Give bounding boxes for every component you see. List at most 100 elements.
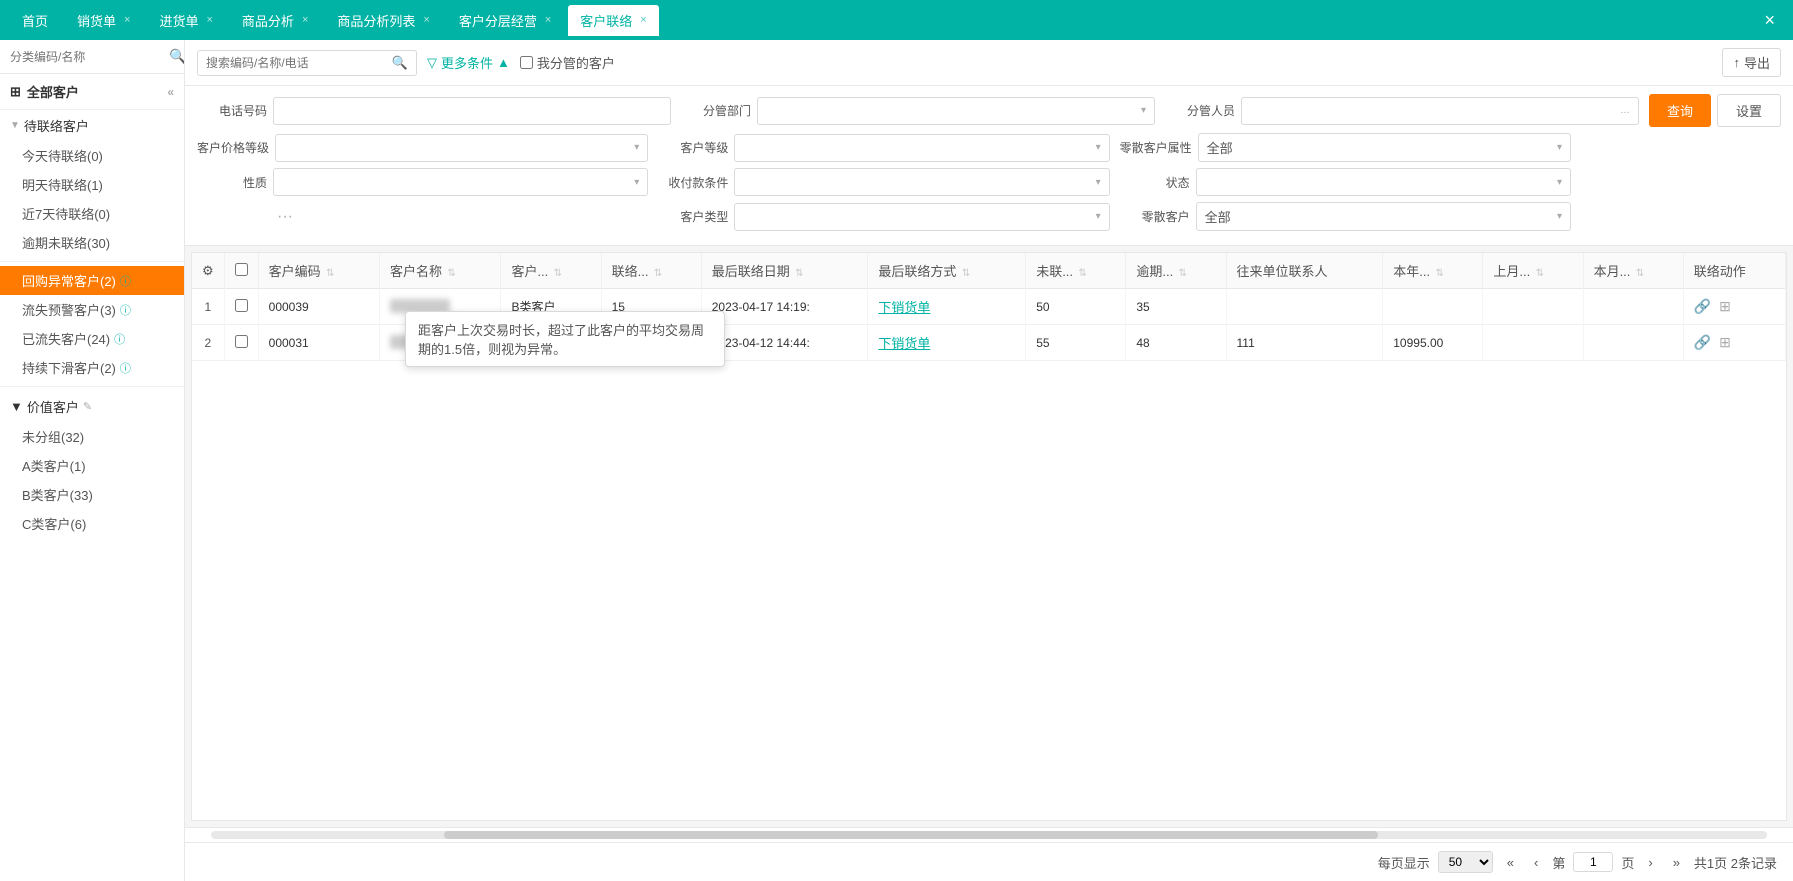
action-grid-icon-1[interactable]: ⊞ [1719,334,1731,351]
nav-purchase-label: 进货单 [159,11,198,30]
my-customers-checkbox[interactable] [520,56,533,69]
next-page-button[interactable]: › [1642,853,1658,872]
nav-home[interactable]: 首页 [10,5,60,36]
ellipsis-button[interactable]: ··· [273,208,297,226]
my-customers-checkbox-label[interactable]: 我分管的客户 [520,53,615,72]
contact-count-col-header: 联络... ⇅ [601,253,701,289]
select-all-checkbox[interactable] [235,263,248,276]
sidebar-item-7days[interactable]: 近7天待联络(0) [0,199,184,228]
collapse-button[interactable]: « [167,85,174,99]
last-contact-link-0[interactable]: 下销货单 [878,300,930,315]
last-page-button[interactable]: » [1667,853,1686,872]
nature-select[interactable]: ▾ [273,168,648,196]
row-last-month-1 [1483,325,1583,361]
settings-button[interactable]: 设置 [1717,94,1781,127]
last-contact-link-1[interactable]: 下销货单 [878,336,930,351]
nav-purchase-close[interactable]: × [206,14,212,26]
retail-customer-select[interactable]: 全部 ▾ [1196,202,1571,231]
phone-label: 电话号码 [197,102,267,119]
nav-product-list[interactable]: 商品分析列表 × [325,5,441,36]
customer-level-arrow: ▾ [1096,142,1101,153]
nav-customer-tier[interactable]: 客户分层经营 × [447,5,563,36]
nav-sales[interactable]: 销货单 × [65,5,142,36]
row-no-contact-0: 50 [1026,289,1126,325]
sidebar-item-today[interactable]: 今天待联络(0) [0,141,184,170]
sidebar-item-class-b[interactable]: B类客户(33) [0,480,184,509]
row-action-1: 🔗 ⊞ [1683,325,1785,361]
action-grid-icon-0[interactable]: ⊞ [1719,298,1731,315]
customer-level-select[interactable]: ▾ [734,134,1109,162]
manager-select[interactable]: … [1241,97,1639,125]
nav-customer-tier-close[interactable]: × [545,14,551,26]
window-close-button[interactable]: × [1756,10,1783,31]
horizontal-scrollbar[interactable] [185,827,1793,842]
payment-select[interactable]: ▾ [734,168,1109,196]
row-last-contact-date-1: 2023-04-12 14:44: [701,325,868,361]
price-level-arrow: ▾ [634,142,639,153]
pending-contact-header[interactable]: ▼ 待联络客户 [0,110,184,141]
filter-payment: 收付款条件 ▾ [658,168,1109,196]
sidebar-item-declining[interactable]: 持续下滑客户(2) ⓘ [0,353,184,382]
pending-contact-title: 待联络客户 [24,116,89,135]
sidebar-item-class-c[interactable]: C类客户(6) [0,509,184,538]
row-checkbox-1[interactable] [235,335,248,348]
info-icon-churned: ⓘ [114,331,125,347]
nav-purchase[interactable]: 进货单 × [147,5,224,36]
per-page-select[interactable]: 50 100 [1438,851,1493,873]
search-input[interactable] [206,56,386,70]
sidebar-item-class-a[interactable]: A类客户(1) [0,451,184,480]
retail-attr-select[interactable]: 全部 ▾ [1198,133,1571,162]
sidebar-item-churn-warning[interactable]: 流失预警客户(3) ⓘ [0,295,184,324]
value-customers-title: 价值客户 [27,397,79,416]
more-conditions-button[interactable]: ▽ 更多条件 ▲ [427,53,510,72]
this-month-col-header: 本月... ⇅ [1583,253,1683,289]
export-button[interactable]: ↑ 导出 [1722,48,1781,77]
price-level-select[interactable]: ▾ [275,134,648,162]
sidebar-item-churned[interactable]: 已流失客户(24) ⓘ [0,324,184,353]
query-button[interactable]: 查询 [1649,94,1711,127]
row-last-contact-method-1: 下销货单 [868,325,1026,361]
nav-customer-contact[interactable]: 客户联络 × [568,5,658,36]
total-records-label: 共1页 2条记录 [1694,853,1777,872]
info-icon-churn-warning: ⓘ [120,302,131,318]
sidebar-item-repurchase-abnormal[interactable]: 回购异常客户(2) ⓘ [0,266,184,295]
churn-warning-label: 流失预警客户(3) [22,300,116,319]
overdue-sort-icon: ⇅ [1179,268,1187,279]
value-customers-header[interactable]: ▼ 价值客户 ✎ [0,391,184,422]
action-link-icon-0[interactable]: 🔗 [1694,298,1711,315]
status-select[interactable]: ▾ [1196,168,1571,196]
dept-select[interactable]: ▾ [757,97,1155,125]
sidebar-item-overdue[interactable]: 逾期未联络(30) [0,228,184,257]
nav-customer-contact-close[interactable]: × [640,14,646,26]
nav-sales-close[interactable]: × [124,14,130,26]
no-contact-label: 未联... [1036,264,1073,279]
filter-row-2: 客户价格等级 ▾ 客户等级 ▾ 零散客户属性 全部 [197,133,1781,162]
action-link-icon-1[interactable]: 🔗 [1694,334,1711,351]
sidebar-item-tomorrow[interactable]: 明天待联络(1) [0,170,184,199]
settings-col-icon[interactable]: ⚙ [202,263,214,278]
retail-attr-value: 全部 [1207,138,1233,157]
sidebar-all-customers[interactable]: ⊞ 全部客户 « [0,74,184,110]
prev-page-button[interactable]: ‹ [1528,853,1544,872]
retail-attr-arrow: ▾ [1557,142,1562,153]
last-contact-date-label: 最后联络日期 [712,264,790,279]
nav-product-analysis-label: 商品分析 [242,11,294,30]
last-month-col-header: 上月... ⇅ [1483,253,1583,289]
row-overdue-0: 35 [1126,289,1226,325]
settings-col-header[interactable]: ⚙ [192,253,224,289]
nature-arrow: ▾ [634,177,639,188]
name-col-label: 客户名称 [390,264,442,279]
edit-icon[interactable]: ✎ [83,400,92,413]
row-checkbox-0[interactable] [235,299,248,312]
customer-type-select[interactable]: ▾ [734,203,1109,231]
nav-product-analysis[interactable]: 商品分析 × [230,5,320,36]
sidebar-search-input[interactable] [10,50,165,64]
phone-input[interactable] [273,97,671,125]
nav-product-list-close[interactable]: × [423,14,429,26]
filter-retail-attr: 零散客户属性 全部 ▾ [1120,133,1571,162]
first-page-button[interactable]: « [1501,853,1520,872]
sidebar-item-ungrouped[interactable]: 未分组(32) [0,422,184,451]
row-checkbox-cell-0 [224,289,258,325]
page-number-input[interactable] [1573,852,1613,872]
nav-product-analysis-close[interactable]: × [302,14,308,26]
